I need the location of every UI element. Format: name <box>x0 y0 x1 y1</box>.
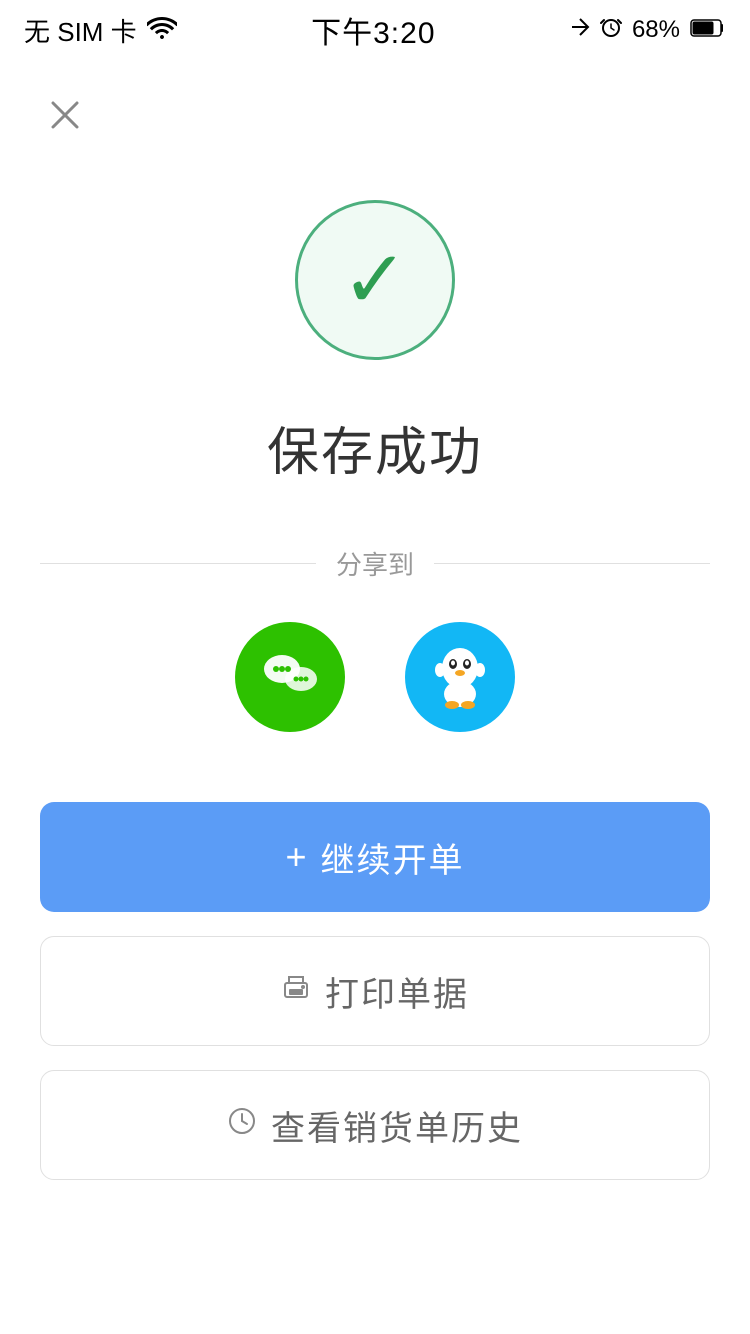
qq-icon <box>428 642 492 712</box>
checkmark-icon: ✓ <box>341 240 408 320</box>
plus-icon: + <box>285 836 306 878</box>
continue-button-label: 继续开单 <box>321 833 465 882</box>
success-circle: ✓ <box>295 200 455 360</box>
no-sim-text: 无 SIM 卡 <box>24 12 137 49</box>
success-title: 保存成功 <box>267 410 483 485</box>
wechat-icon <box>257 649 323 705</box>
history-button[interactable]: 查看销货单历史 <box>40 1070 710 1180</box>
alarm-icon <box>600 16 622 45</box>
location-icon <box>570 16 590 44</box>
print-button-label: 打印单据 <box>325 967 469 1016</box>
continue-button[interactable]: + 继续开单 <box>40 802 710 912</box>
divider-right <box>434 563 710 564</box>
battery-icon <box>690 16 726 44</box>
close-button[interactable] <box>40 90 90 140</box>
history-button-label: 查看销货单历史 <box>271 1101 523 1150</box>
status-bar: 无 SIM 卡 下午3:20 68% <box>0 0 750 60</box>
wechat-share-button[interactable] <box>235 622 345 732</box>
status-right: 68% <box>570 16 726 45</box>
print-icon <box>281 972 311 1010</box>
close-icon <box>47 97 83 133</box>
qq-share-button[interactable] <box>405 622 515 732</box>
status-left: 无 SIM 卡 <box>24 12 177 49</box>
action-buttons: + 继续开单 打印单据 查看销货单历史 <box>40 802 710 1180</box>
clock-icon <box>227 1106 257 1144</box>
main-content: ✓ 保存成功 分享到 <box>0 60 750 1180</box>
share-section: 分享到 <box>40 545 710 732</box>
divider-left <box>40 563 316 564</box>
share-label: 分享到 <box>316 545 434 582</box>
print-button[interactable]: 打印单据 <box>40 936 710 1046</box>
battery-percent: 68% <box>632 16 680 44</box>
wifi-icon <box>147 15 177 46</box>
close-button-row <box>40 90 710 140</box>
status-time: 下午3:20 <box>311 8 435 52</box>
share-icons-row <box>40 622 710 732</box>
share-divider: 分享到 <box>40 545 710 582</box>
